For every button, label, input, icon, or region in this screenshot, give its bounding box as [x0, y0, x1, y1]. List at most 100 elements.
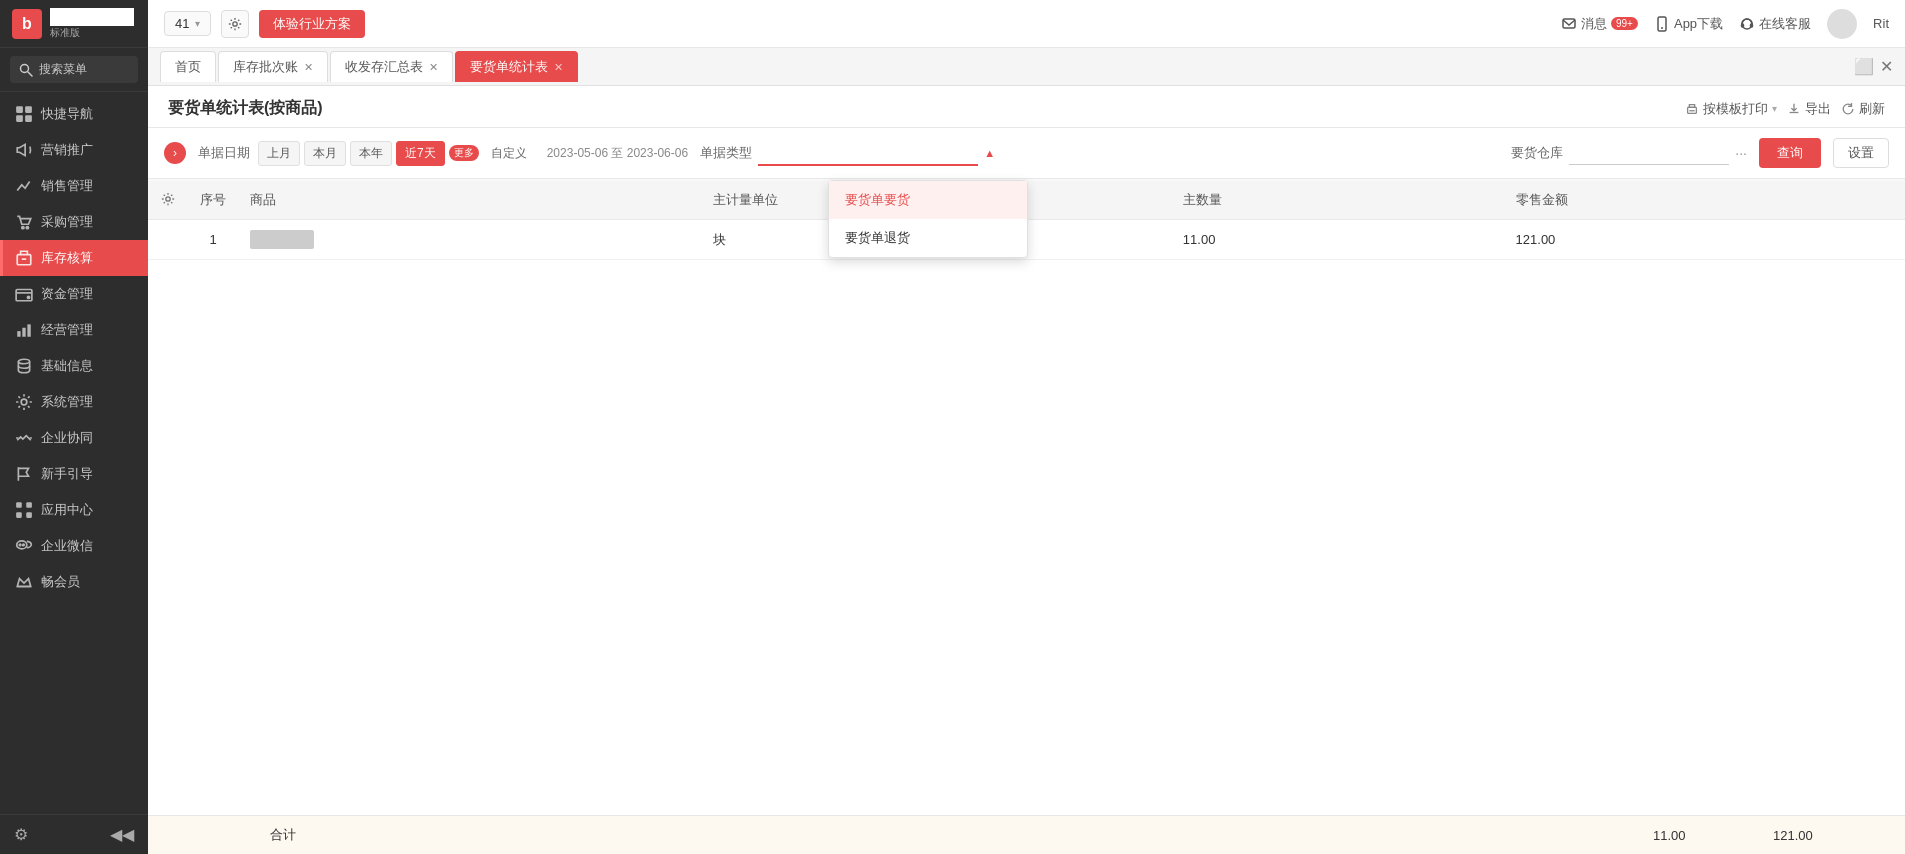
tab-receipt-summary[interactable]: 收发存汇总表 ✕: [330, 51, 453, 82]
svg-rect-12: [17, 331, 20, 337]
sidebar-item-operation[interactable]: 经营管理: [0, 312, 148, 348]
sidebar: b 畅捷通好生意 标准版 搜索菜单 快捷导航 营销推广 销售管理 采: [0, 0, 148, 854]
svg-rect-28: [1658, 17, 1666, 31]
tab-close-receipt-summary[interactable]: ✕: [429, 61, 438, 74]
settings-button-filter[interactable]: 设置: [1833, 138, 1889, 168]
main-content: 41 ▾ 体验行业方案 消息 99+ App下载 在线客服 Ri: [148, 0, 1905, 854]
print-icon: [1685, 102, 1699, 116]
settings-button[interactable]: ⚙: [14, 825, 28, 844]
store-selector[interactable]: 41 ▾: [164, 11, 211, 36]
query-button[interactable]: 查询: [1759, 138, 1821, 168]
dropdown-item-order-return[interactable]: 要货单退货: [829, 219, 1027, 257]
filter-expand-button[interactable]: ›: [164, 142, 186, 164]
svg-point-21: [17, 541, 27, 549]
row-amount-cell: 121.00: [1504, 220, 1905, 260]
online-service-action[interactable]: 在线客服: [1739, 15, 1811, 33]
svg-point-16: [21, 399, 27, 405]
gear-circle-icon: [15, 393, 33, 411]
tab-order-stats[interactable]: 要货单统计表 ✕: [455, 51, 578, 82]
custom-date-button[interactable]: 自定义: [483, 142, 535, 165]
sidebar-item-marketing[interactable]: 营销推广: [0, 132, 148, 168]
user-avatar[interactable]: [1827, 9, 1857, 39]
sidebar-item-system[interactable]: 系统管理: [0, 384, 148, 420]
svg-rect-27: [1563, 19, 1575, 28]
refresh-button[interactable]: 刷新: [1841, 100, 1885, 118]
page-header: 要货单统计表(按商品) 按模板打印 ▾ 导出 刷新: [148, 86, 1905, 128]
svg-rect-14: [27, 324, 30, 336]
megaphone-icon: [15, 141, 33, 159]
date-btn-last-month[interactable]: 上月: [258, 141, 300, 166]
handshake-icon: [15, 429, 33, 447]
crown-icon: [15, 573, 33, 591]
box-icon: [15, 249, 33, 267]
date-btn-this-month[interactable]: 本月: [304, 141, 346, 166]
topbar-right: 消息 99+ App下载 在线客服 Rit: [1561, 9, 1889, 39]
tabs-bar: 首页 库存批次账 ✕ 收发存汇总表 ✕ 要货单统计表 ✕ ⬜ ✕: [148, 48, 1905, 86]
app-download-action[interactable]: App下载: [1654, 15, 1723, 33]
flag-icon: [15, 465, 33, 483]
sidebar-item-wechat[interactable]: 企业微信: [0, 528, 148, 564]
sidebar-item-finance[interactable]: 资金管理: [0, 276, 148, 312]
date-range-display: 2023-05-06 至 2023-06-06: [547, 145, 688, 162]
wechat-icon: [15, 537, 33, 555]
svg-rect-5: [25, 115, 32, 122]
sidebar-item-enterprise[interactable]: 企业协同: [0, 420, 148, 456]
tab-inventory-batch[interactable]: 库存批次账 ✕: [218, 51, 328, 82]
svg-point-6: [22, 227, 24, 229]
sidebar-search-area[interactable]: 搜索菜单: [0, 48, 148, 92]
svg-point-22: [19, 544, 21, 546]
apps-icon: [15, 501, 33, 519]
date-btn-this-year[interactable]: 本年: [350, 141, 392, 166]
footer-quantity: 11.00: [1653, 828, 1773, 843]
sidebar-item-guide[interactable]: 新手引导: [0, 456, 148, 492]
topbar-gear-button[interactable]: [221, 10, 249, 38]
print-button[interactable]: 按模板打印 ▾: [1685, 100, 1777, 118]
sidebar-item-quick-nav[interactable]: 快捷导航: [0, 96, 148, 132]
sidebar-item-basic[interactable]: 基础信息: [0, 348, 148, 384]
sidebar-item-app-center[interactable]: 应用中心: [0, 492, 148, 528]
tab-close-order-stats[interactable]: ✕: [554, 61, 563, 74]
type-dropdown-chevron-icon[interactable]: ▲: [984, 147, 995, 159]
tab-close-inventory-batch[interactable]: ✕: [304, 61, 313, 74]
topbar: 41 ▾ 体验行业方案 消息 99+ App下载 在线客服 Ri: [148, 0, 1905, 48]
svg-rect-19: [16, 512, 22, 518]
col-header-quantity: 主数量: [1171, 181, 1504, 220]
user-name: Rit: [1873, 16, 1889, 31]
date-btn-7days[interactable]: 近7天: [396, 141, 445, 166]
logo-text: 畅捷通好生意 标准版: [50, 8, 134, 39]
svg-point-11: [27, 296, 29, 298]
print-chevron-icon: ▾: [1772, 103, 1777, 114]
sidebar-item-inventory[interactable]: 库存核算: [0, 240, 148, 276]
data-table-container: 序号 商品 主计量单位 主数量 零售金额 1 块: [148, 181, 1905, 815]
sidebar-item-sales[interactable]: 销售管理: [0, 168, 148, 204]
topbar-left: 41 ▾ 体验行业方案: [164, 10, 365, 38]
svg-point-0: [21, 64, 29, 72]
warehouse-filter-input[interactable]: [1569, 141, 1729, 165]
tab-home[interactable]: 首页: [160, 51, 216, 82]
svg-line-1: [28, 72, 32, 76]
col-header-settings[interactable]: [148, 181, 188, 220]
tab-maximize-button[interactable]: ⬜: [1854, 57, 1874, 76]
trial-button[interactable]: 体验行业方案: [259, 10, 365, 38]
sidebar-item-purchase[interactable]: 采购管理: [0, 204, 148, 240]
dropdown-item-order-goods[interactable]: 要货单要货: [829, 181, 1027, 219]
type-filter-input[interactable]: [758, 141, 978, 166]
svg-point-26: [233, 21, 237, 25]
footer-amount: 121.00: [1773, 828, 1893, 843]
search-menu-button[interactable]: 搜索菜单: [10, 56, 138, 83]
more-filters-button[interactable]: ···: [1735, 145, 1747, 161]
svg-marker-24: [17, 579, 31, 587]
warehouse-filter-group: 要货仓库 ···: [1511, 141, 1747, 165]
sidebar-footer: ⚙ ◀◀: [0, 814, 148, 854]
grid-icon: [15, 105, 33, 123]
export-button[interactable]: 导出: [1787, 100, 1831, 118]
col-header-amount: 零售金额: [1504, 181, 1905, 220]
collapse-button[interactable]: ◀◀: [110, 825, 134, 844]
sidebar-item-member[interactable]: 畅会员: [0, 564, 148, 600]
gear-icon: [228, 17, 242, 31]
message-action[interactable]: 消息 99+: [1561, 15, 1638, 33]
svg-rect-20: [26, 512, 32, 518]
svg-rect-2: [16, 106, 23, 113]
tab-close-all-button[interactable]: ✕: [1880, 57, 1893, 76]
mobile-icon: [1654, 16, 1670, 32]
